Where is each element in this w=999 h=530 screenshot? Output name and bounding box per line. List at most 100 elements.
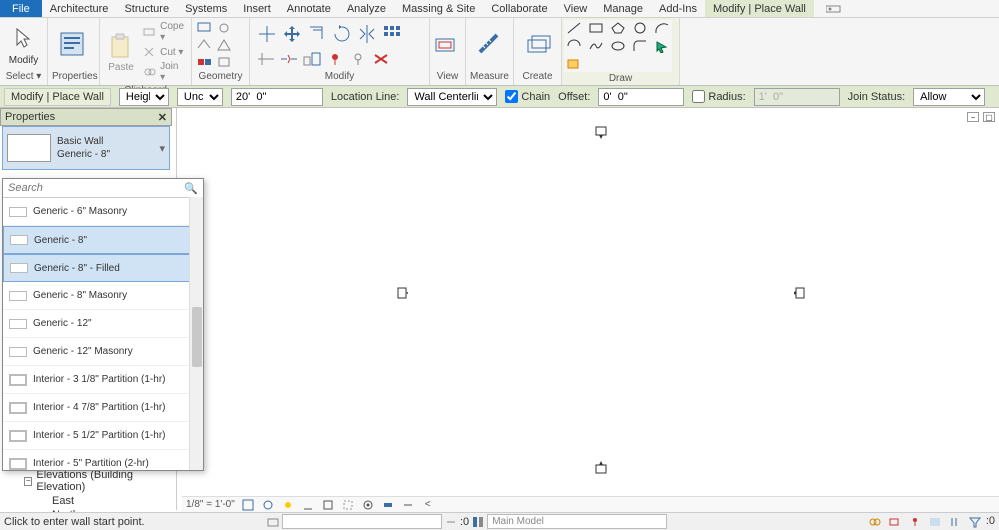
mirror-icon[interactable] <box>356 23 378 45</box>
tab-massing-site[interactable]: Massing & Site <box>394 0 483 17</box>
elevation-marker-east[interactable] <box>794 286 808 300</box>
detail-level-icon[interactable] <box>241 498 255 512</box>
tree-node-elevations[interactable]: − Elevations (Building Elevation) <box>2 468 174 494</box>
geometry-icon-4[interactable] <box>216 21 234 35</box>
drag-elements-icon[interactable] <box>947 515 963 529</box>
geometry-icon-1[interactable] <box>196 21 214 35</box>
type-item[interactable]: Generic - 12" <box>3 310 203 338</box>
measure-button[interactable] <box>470 29 509 61</box>
reveal-icon[interactable] <box>381 498 395 512</box>
chain-checkbox[interactable]: Chain <box>505 90 550 103</box>
shadows-icon[interactable] <box>301 498 315 512</box>
type-item[interactable]: Generic - 8" <box>3 226 203 254</box>
properties-button[interactable] <box>52 29 94 61</box>
draw-line-icon[interactable] <box>564 20 584 36</box>
elevation-marker-west[interactable] <box>394 286 408 300</box>
select-face-icon[interactable] <box>927 515 943 529</box>
geometry-icon-3[interactable] <box>196 55 214 69</box>
draw-pickface-icon[interactable] <box>564 56 584 72</box>
cut-button[interactable]: Cut ▾ <box>140 45 187 59</box>
design-options-icon[interactable] <box>470 515 486 529</box>
constraint-dropdown[interactable]: Unconﾠ▾ <box>177 88 223 106</box>
paste-button[interactable]: Paste <box>104 30 138 75</box>
tab-systems[interactable]: Systems <box>177 0 235 17</box>
array-icon[interactable] <box>381 23 403 45</box>
visual-style-icon[interactable] <box>261 498 275 512</box>
geometry-icon-5[interactable] <box>216 38 234 52</box>
type-item[interactable]: Generic - 12" Masonry <box>3 338 203 366</box>
properties-close-button[interactable]: ✕ <box>158 111 167 124</box>
move-icon[interactable] <box>281 23 303 45</box>
scrollbar-thumb[interactable] <box>192 307 202 367</box>
height-input[interactable] <box>231 88 323 106</box>
tab-annotate[interactable]: Annotate <box>279 0 339 17</box>
type-item[interactable]: Interior - 3 1/8" Partition (1-hr) <box>3 366 203 394</box>
align-icon[interactable] <box>256 23 278 45</box>
temp-view-props-icon[interactable] <box>401 498 415 512</box>
elevation-marker-north[interactable] <box>594 126 608 140</box>
height-dropdown[interactable]: Height ▾ <box>119 88 169 106</box>
tab-modify-place-wall[interactable]: Modify | Place Wall <box>705 0 814 17</box>
crop-visible-icon[interactable] <box>341 498 355 512</box>
search-icon[interactable]: 🔍 <box>179 182 203 195</box>
type-selector[interactable]: Basic Wall Generic - 8" ▾ <box>2 126 170 170</box>
pin-icon[interactable] <box>325 51 345 67</box>
file-tab[interactable]: File <box>0 0 42 17</box>
minimize-icon[interactable]: − <box>967 112 979 122</box>
draw-pick-icon[interactable] <box>652 38 672 54</box>
hide-isolate-icon[interactable] <box>361 498 375 512</box>
select-group-label[interactable]: Select ▾ <box>4 70 43 83</box>
tab-collaborate[interactable]: Collaborate <box>483 0 555 17</box>
geometry-icon-2[interactable] <box>196 38 214 52</box>
draw-polygon-icon[interactable] <box>608 20 628 36</box>
cope-button[interactable]: Cope ▾ <box>140 20 187 44</box>
type-item[interactable]: Generic - 6" Masonry <box>3 198 203 226</box>
join-button[interactable]: Join ▾ <box>140 60 187 84</box>
draw-arc-icon[interactable] <box>652 20 672 36</box>
tab-insert[interactable]: Insert <box>235 0 279 17</box>
geometry-icon-6[interactable] <box>216 55 234 69</box>
modify-tool-button[interactable]: Modify <box>4 23 43 68</box>
scale-icon[interactable] <box>302 51 322 67</box>
view-scale[interactable]: 1/8" = 1'-0" <box>186 499 235 510</box>
type-item[interactable]: Interior - 5" Partition (2-hr) <box>3 450 203 470</box>
location-line-dropdown[interactable]: Wall Centerline ▾ <box>407 88 497 106</box>
crop-icon[interactable] <box>321 498 335 512</box>
dropdown-scrollbar[interactable] <box>189 197 203 470</box>
draw-circle-icon[interactable] <box>630 20 650 36</box>
sun-path-icon[interactable] <box>281 498 295 512</box>
tab-view[interactable]: View <box>556 0 596 17</box>
type-search-input[interactable] <box>3 179 179 197</box>
type-item[interactable]: Interior - 4 7/8" Partition (1-hr) <box>3 394 203 422</box>
offset-input[interactable] <box>598 88 684 106</box>
tab-architecture[interactable]: Architecture <box>42 0 117 17</box>
view-icon[interactable] <box>434 35 458 55</box>
unpin-icon[interactable] <box>348 51 368 67</box>
join-status-dropdown[interactable]: Allow <box>913 88 985 106</box>
tab-structure[interactable]: Structure <box>116 0 177 17</box>
create-button[interactable] <box>518 29 557 61</box>
offset-icon[interactable] <box>306 23 328 45</box>
type-list[interactable]: Generic - 6" Masonry Generic - 8" Generi… <box>3 198 203 470</box>
tree-collapse-icon[interactable]: − <box>24 477 32 486</box>
type-item[interactable]: Interior - 5 1/2" Partition (1-hr) <box>3 422 203 450</box>
design-options-dropdown[interactable]: Main Model <box>487 514 667 529</box>
panel-toggle-icon[interactable] <box>820 0 850 17</box>
select-underlay-icon[interactable] <box>887 515 903 529</box>
tab-manage[interactable]: Manage <box>595 0 651 17</box>
filter-icon[interactable] <box>967 515 983 529</box>
elevation-marker-south[interactable] <box>594 460 608 474</box>
rotate-icon[interactable] <box>331 23 353 45</box>
tab-addins[interactable]: Add-Ins <box>651 0 705 17</box>
type-item[interactable]: Generic - 8" Masonry <box>3 282 203 310</box>
select-pinned-icon[interactable] <box>907 515 923 529</box>
tab-analyze[interactable]: Analyze <box>339 0 394 17</box>
draw-rect-icon[interactable] <box>586 20 606 36</box>
radius-checkbox[interactable]: Radius: <box>692 90 745 103</box>
trim-icon[interactable] <box>256 51 276 67</box>
draw-spline-icon[interactable] <box>586 38 606 54</box>
tree-leaf-east[interactable]: East <box>2 494 174 508</box>
select-links-icon[interactable] <box>867 515 883 529</box>
draw-arc2-icon[interactable] <box>564 38 584 54</box>
worksets-dropdown[interactable] <box>282 514 442 529</box>
